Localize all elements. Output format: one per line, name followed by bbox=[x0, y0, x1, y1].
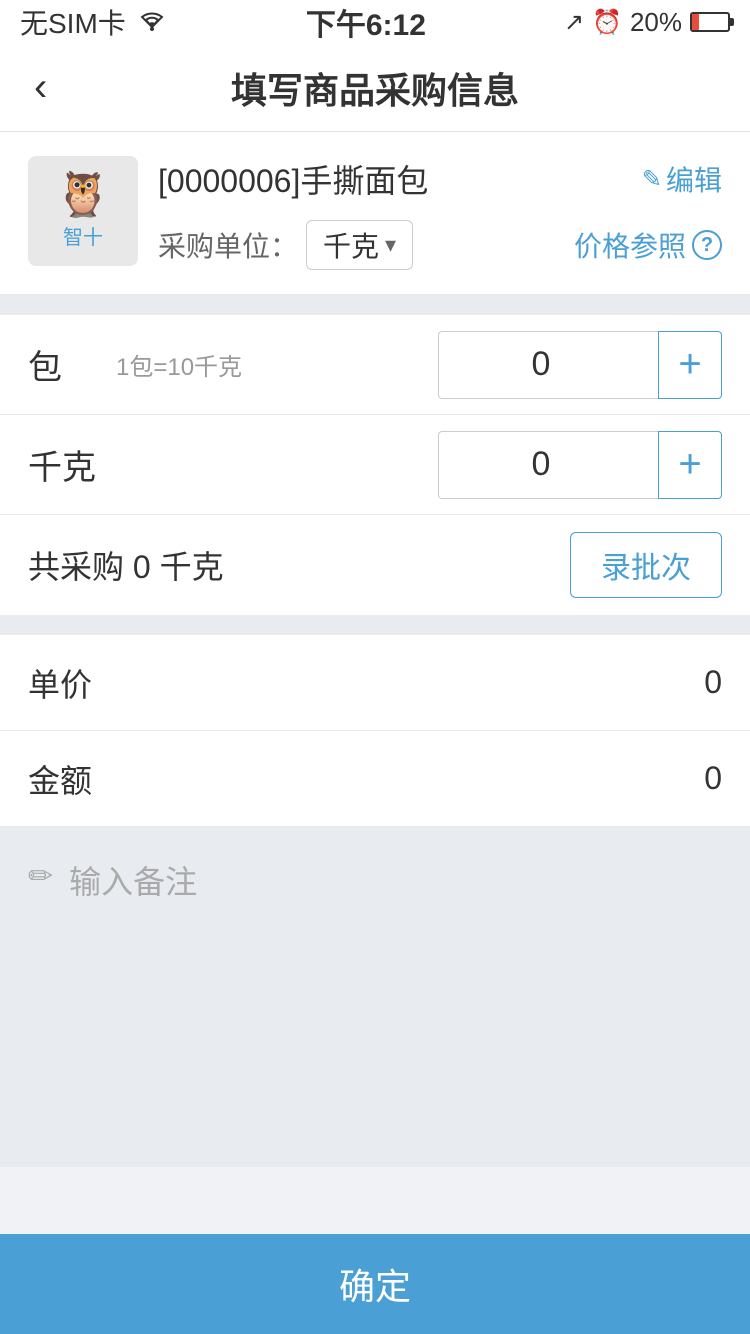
notes-placeholder: 输入备注 bbox=[69, 857, 197, 903]
amount-label: 金额 bbox=[28, 756, 92, 802]
pencil-icon: ✏ bbox=[28, 859, 53, 894]
nav-bar: ‹ 填写商品采购信息 bbox=[0, 44, 750, 132]
summary-row: 共采购 0 千克 录批次 bbox=[0, 515, 750, 615]
amount-row: 金额 0 bbox=[0, 731, 750, 827]
battery-icon bbox=[690, 12, 730, 32]
info-icon: ? bbox=[692, 230, 722, 260]
section-divider-2 bbox=[0, 615, 750, 635]
kg-input-row: 千克 + bbox=[0, 415, 750, 515]
batch-button[interactable]: 录批次 bbox=[570, 532, 722, 598]
unit-select[interactable]: 千克 ▾ bbox=[306, 220, 413, 270]
price-section: 单价 0 金额 0 bbox=[0, 635, 750, 827]
bag-qty-wrapper: + bbox=[438, 331, 722, 399]
bag-qty-input[interactable] bbox=[438, 331, 658, 399]
unit-label: 采购单位： bbox=[158, 225, 298, 265]
unit-selector-group: 采购单位： 千克 ▾ bbox=[158, 220, 413, 270]
notes-section[interactable]: ✏ 输入备注 bbox=[0, 827, 750, 1167]
carrier-label: 无SIM卡 bbox=[20, 2, 126, 42]
alarm-icon: ⏰ bbox=[592, 8, 622, 37]
bag-plus-button[interactable]: + bbox=[658, 331, 722, 399]
bag-input-row: 包 1包=10千克 + bbox=[0, 315, 750, 415]
kg-plus-button[interactable]: + bbox=[658, 431, 722, 499]
kg-qty-input[interactable] bbox=[438, 431, 658, 499]
status-left: 无SIM卡 bbox=[20, 2, 168, 42]
battery-percent: 20% bbox=[630, 7, 682, 38]
owl-icon: 🦉 bbox=[56, 173, 111, 217]
brand-label: 智十 bbox=[63, 221, 103, 250]
page-title: 填写商品采购信息 bbox=[231, 62, 519, 114]
unit-price-label: 单价 bbox=[28, 660, 92, 706]
wifi-icon bbox=[136, 6, 168, 38]
unit-price-row: 单价 0 bbox=[0, 635, 750, 731]
product-image: 🦉 智十 bbox=[28, 156, 138, 266]
chevron-down-icon: ▾ bbox=[385, 232, 396, 258]
input-section: 包 1包=10千克 + 千克 + 共采购 0 千克 录批次 bbox=[0, 315, 750, 615]
kg-qty-wrapper: + bbox=[438, 431, 722, 499]
confirm-button[interactable]: 确定 bbox=[0, 1234, 750, 1334]
bag-sub-label: 1包=10千克 bbox=[116, 347, 438, 382]
section-divider-1 bbox=[0, 295, 750, 315]
unit-value: 千克 bbox=[323, 225, 379, 265]
product-info: [0000006]手撕面包 ✎ 编辑 采购单位： 千克 ▾ 价格参照 ? bbox=[158, 156, 722, 270]
product-name-row: [0000006]手撕面包 ✎ 编辑 bbox=[158, 156, 722, 202]
unit-price-value: 0 bbox=[704, 664, 722, 701]
status-bar: 无SIM卡 下午6:12 ↗ ⏰ 20% bbox=[0, 0, 750, 44]
kg-label: 千克 bbox=[28, 440, 108, 489]
edit-label: 编辑 bbox=[666, 159, 722, 199]
bag-label: 包 bbox=[28, 340, 108, 389]
edit-icon: ✎ bbox=[642, 165, 662, 194]
product-name: [0000006]手撕面包 bbox=[158, 156, 428, 202]
product-card: 🦉 智十 [0000006]手撕面包 ✎ 编辑 采购单位： 千克 ▾ bbox=[0, 132, 750, 295]
purchase-unit-row: 采购单位： 千克 ▾ 价格参照 ? bbox=[158, 220, 722, 270]
back-button[interactable]: ‹ bbox=[24, 55, 57, 120]
status-time: 下午6:12 bbox=[306, 0, 426, 44]
edit-button[interactable]: ✎ 编辑 bbox=[642, 159, 722, 199]
price-ref-button[interactable]: 价格参照 ? bbox=[574, 225, 722, 265]
amount-value: 0 bbox=[704, 760, 722, 797]
status-right: ↗ ⏰ 20% bbox=[564, 7, 730, 38]
price-ref-label: 价格参照 bbox=[574, 225, 686, 265]
summary-text: 共采购 0 千克 bbox=[28, 542, 224, 588]
location-icon: ↗ bbox=[564, 8, 584, 37]
